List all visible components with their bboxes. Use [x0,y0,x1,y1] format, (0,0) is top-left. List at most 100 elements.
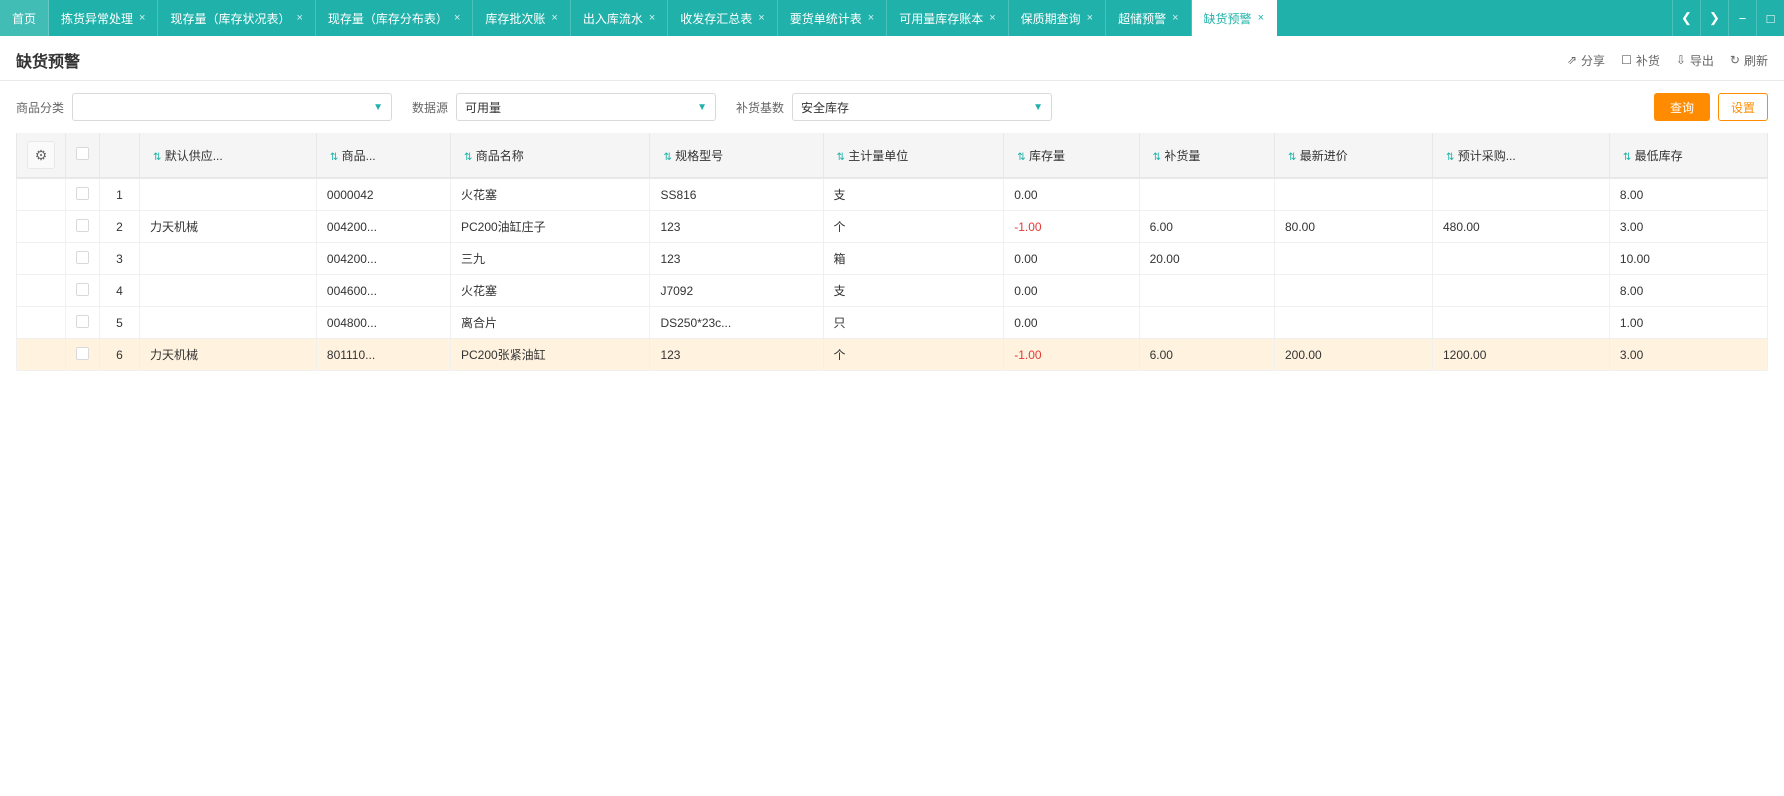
tab-bar: 首页拣货异常处理×现存量（库存状况表）×现存量（库存分布表）×库存批次账×出入库… [0,0,1784,36]
select-all-checkbox[interactable] [76,147,89,160]
table-row: 6 力天机械 801110... PC200张紧油缸 123 个 -1.00 6… [17,339,1768,371]
row-checkbox-0[interactable] [66,178,100,211]
column-min-stock[interactable]: ⇅ 最低库存 [1609,133,1767,178]
row-checkbox-4[interactable] [66,307,100,339]
tab-item-3[interactable]: 现存量（库存分布表）× [316,0,473,36]
row-gear-1[interactable] [17,211,66,243]
tab-item-1[interactable]: 拣货异常处理× [49,0,158,36]
row-code-4: 004800... [316,307,450,339]
row-spec-3: J7092 [650,275,823,307]
row-name-2: 三九 [450,243,649,275]
tab-close-9[interactable]: × [1087,12,1093,24]
tab-close-6[interactable]: × [758,12,764,24]
column-estimated-purchase[interactable]: ⇅ 预计采购... [1433,133,1610,178]
filter-label-replenish-base: 补货基数 [736,99,784,116]
column-supplier[interactable]: ⇅ 默认供应... [140,133,317,178]
row-num-3: 4 [100,275,140,307]
column-checkbox[interactable] [66,133,100,178]
table-settings-gear[interactable]: ⚙ [27,141,55,169]
column-stock[interactable]: ⇅ 库存量 [1004,133,1139,178]
row-name-5: PC200张紧油缸 [450,339,649,371]
row-code-2: 004200... [316,243,450,275]
row-spec-5: 123 [650,339,823,371]
row-latest-price-1: 80.00 [1274,211,1432,243]
tab-close-3[interactable]: × [454,12,460,24]
row-latest-price-2 [1274,243,1432,275]
filter-select-category[interactable]: ▼ [72,93,392,121]
tab-item-2[interactable]: 现存量（库存状况表）× [158,0,315,36]
row-num-2: 3 [100,243,140,275]
row-cb-1[interactable] [76,219,89,232]
filter-select-replenish-base[interactable]: 安全库存 ▼ [792,93,1052,121]
row-num-5: 6 [100,339,140,371]
column-name[interactable]: ⇅ 商品名称 [450,133,649,178]
row-cb-0[interactable] [76,187,89,200]
row-estimated-purchase-0 [1433,178,1610,211]
tab-item-11[interactable]: 缺货预警× [1192,0,1277,36]
row-spec-4: DS250*23c... [650,307,823,339]
row-checkbox-3[interactable] [66,275,100,307]
tab-close-5[interactable]: × [649,12,655,24]
row-cb-2[interactable] [76,251,89,264]
tab-item-10[interactable]: 超储预警× [1106,0,1191,36]
filter-arrow-category: ▼ [373,102,383,113]
column-code[interactable]: ⇅ 商品... [316,133,450,178]
filter-bar: 商品分类 ▼ 数据源 可用量 ▼ 补货基数 安全库存 ▼ 查询 设置 [0,81,1784,133]
row-cb-3[interactable] [76,283,89,296]
query-button[interactable]: 查询 [1654,93,1710,121]
tab-item-5[interactable]: 出入库流水× [571,0,668,36]
row-checkbox-5[interactable] [66,339,100,371]
column-latest-price[interactable]: ⇅ 最新进价 [1274,133,1432,178]
filter-select-datasource[interactable]: 可用量 ▼ [456,93,716,121]
row-estimated-purchase-3 [1433,275,1610,307]
export-button[interactable]: ⇩ 导出 [1676,52,1714,69]
tab-scroll-left[interactable]: ❮ [1672,0,1700,36]
row-stock-2: 0.00 [1004,243,1139,275]
row-cb-5[interactable] [76,347,89,360]
row-unit-5: 个 [823,339,1004,371]
tab-item-4[interactable]: 库存批次账× [473,0,570,36]
filter-group-datasource: 数据源 可用量 ▼ [412,93,716,121]
row-gear-4[interactable] [17,307,66,339]
tab-item-6[interactable]: 收发存汇总表× [668,0,777,36]
row-min-stock-1: 3.00 [1609,211,1767,243]
sort-icon-supplier: ⇅ [153,152,161,163]
row-min-stock-2: 10.00 [1609,243,1767,275]
column-gear[interactable]: ⚙ [17,133,66,178]
row-checkbox-1[interactable] [66,211,100,243]
row-stock-0: 0.00 [1004,178,1139,211]
column-replenish[interactable]: ⇅ 补货量 [1139,133,1274,178]
tab-scroll-right[interactable]: ❯ [1700,0,1728,36]
row-cb-4[interactable] [76,315,89,328]
share-button[interactable]: ⇗ 分享 [1567,52,1605,69]
row-num-1: 2 [100,211,140,243]
tab-close-7[interactable]: × [868,12,874,24]
replenish-button[interactable]: ☐ 补货 [1621,52,1660,69]
refresh-button[interactable]: ↻ 刷新 [1730,52,1768,69]
tab-close-11[interactable]: × [1258,12,1264,24]
tab-item-7[interactable]: 要货单统计表× [778,0,887,36]
tab-item-0[interactable]: 首页 [0,0,49,36]
row-gear-2[interactable] [17,243,66,275]
tab-close-4[interactable]: × [551,12,557,24]
tab-close-10[interactable]: × [1172,12,1178,24]
column-spec[interactable]: ⇅ 规格型号 [650,133,823,178]
tab-maximize[interactable]: □ [1756,0,1784,36]
row-unit-2: 箱 [823,243,1004,275]
row-gear-0[interactable] [17,178,66,211]
tab-item-8[interactable]: 可用量库存账本× [887,0,1008,36]
column-unit[interactable]: ⇅ 主计量单位 [823,133,1004,178]
sort-icon-name: ⇅ [464,152,472,163]
row-estimated-purchase-5: 1200.00 [1433,339,1610,371]
tab-minimize[interactable]: − [1728,0,1756,36]
row-gear-5[interactable] [17,339,66,371]
filter-group-category: 商品分类 ▼ [16,93,392,121]
tab-item-9[interactable]: 保质期查询× [1009,0,1106,36]
settings-button[interactable]: 设置 [1718,93,1768,121]
row-checkbox-2[interactable] [66,243,100,275]
row-gear-3[interactable] [17,275,66,307]
tab-close-1[interactable]: × [139,12,145,24]
tab-close-2[interactable]: × [296,12,302,24]
tab-close-8[interactable]: × [989,12,995,24]
row-name-0: 火花塞 [450,178,649,211]
